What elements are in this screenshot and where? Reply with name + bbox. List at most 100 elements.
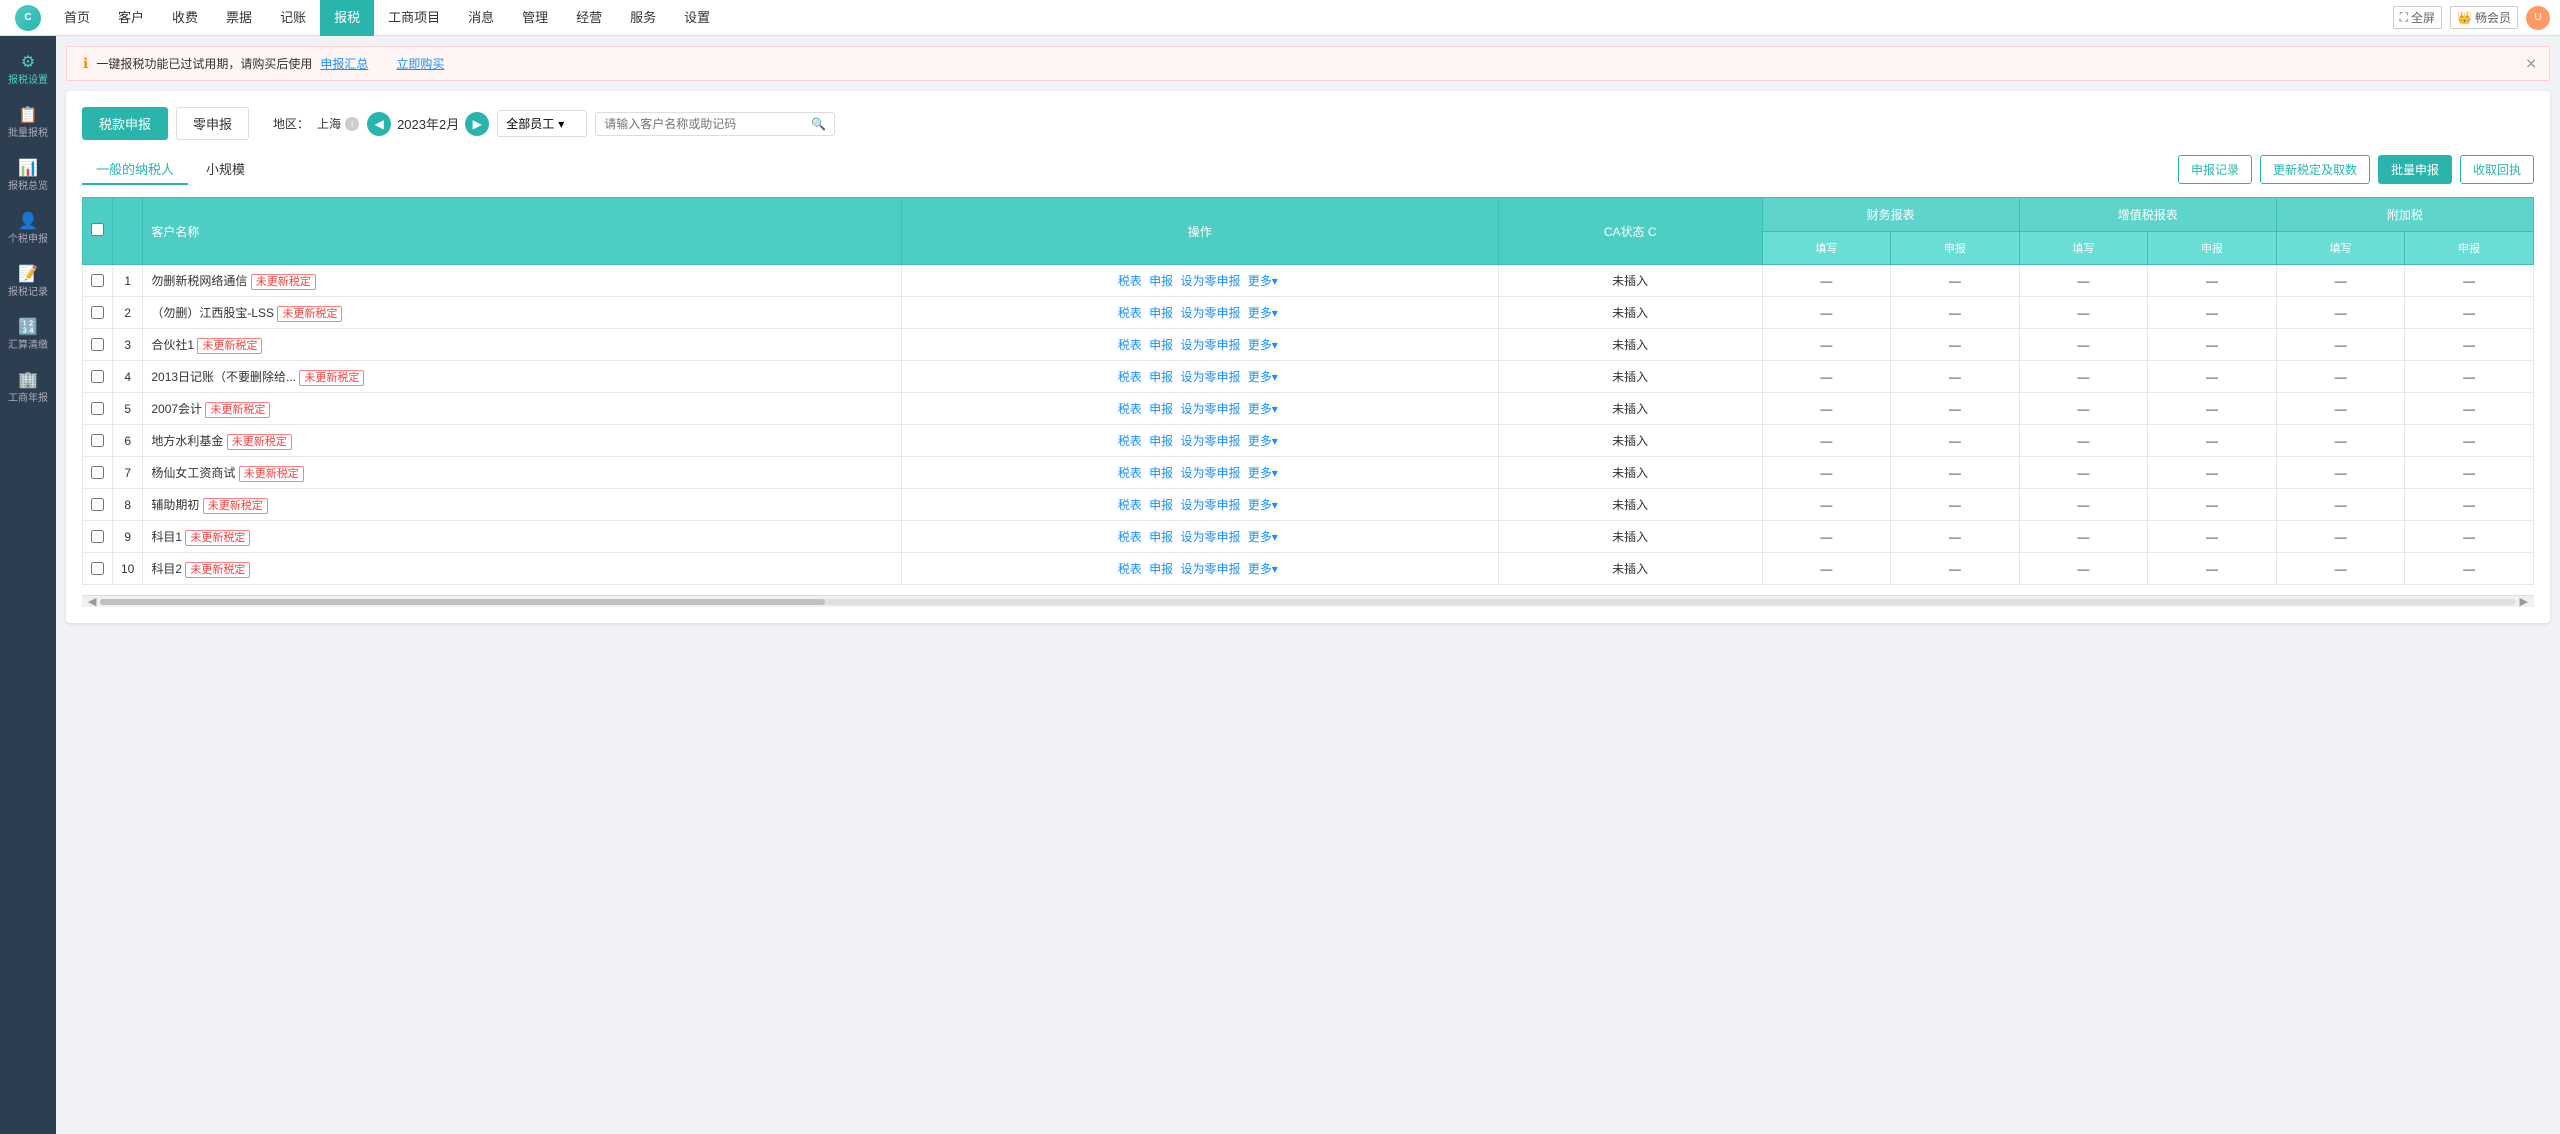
row-index-5: 5	[113, 393, 143, 425]
update-button[interactable]: 更新税定及取数	[2260, 155, 2370, 184]
banner-close-button[interactable]: ✕	[2525, 55, 2537, 72]
op-zero-9[interactable]: 设为零申报	[1180, 530, 1240, 544]
avatar[interactable]: U	[2526, 6, 2550, 30]
nav-tax[interactable]: 报税	[320, 0, 374, 36]
row-check-6[interactable]	[91, 434, 104, 447]
op-taxform-7[interactable]: 税表	[1118, 466, 1142, 480]
sidebar-item-biz-annual[interactable]: 🏢 工商年报	[3, 362, 53, 413]
op-zero-10[interactable]: 设为零申报	[1180, 562, 1240, 576]
row-check-7[interactable]	[91, 466, 104, 479]
th-checkbox	[83, 198, 113, 265]
nav-customer[interactable]: 客户	[104, 0, 158, 36]
row-check-8[interactable]	[91, 498, 104, 511]
op-taxform-4[interactable]: 税表	[1118, 370, 1142, 384]
op-more-2[interactable]: 更多▾	[1248, 306, 1278, 320]
nav-home[interactable]: 首页	[50, 0, 104, 36]
row-check-3[interactable]	[91, 338, 104, 351]
op-zero-5[interactable]: 设为零申报	[1180, 402, 1240, 416]
banner-link-summary[interactable]: 申报汇总	[320, 55, 368, 72]
op-taxform-8[interactable]: 税表	[1118, 498, 1142, 512]
op-zero-4[interactable]: 设为零申报	[1180, 370, 1240, 384]
nav-service[interactable]: 服务	[616, 0, 670, 36]
row-a2-2: —	[2405, 297, 2534, 329]
op-zero-2[interactable]: 设为零申报	[1180, 306, 1240, 320]
op-more-9[interactable]: 更多▾	[1248, 530, 1278, 544]
row-check-5[interactable]	[91, 402, 104, 415]
op-report-6[interactable]: 申报	[1149, 434, 1173, 448]
op-report-8[interactable]: 申报	[1149, 498, 1173, 512]
batch-report-button[interactable]: 批量申报	[2378, 155, 2452, 184]
op-zero-8[interactable]: 设为零申报	[1180, 498, 1240, 512]
op-report-2[interactable]: 申报	[1149, 306, 1173, 320]
op-taxform-3[interactable]: 税表	[1118, 338, 1142, 352]
row-check-2[interactable]	[91, 306, 104, 319]
scroll-track[interactable]	[100, 599, 2515, 605]
op-report-1[interactable]: 申报	[1149, 274, 1173, 288]
sidebar-item-tax-settings[interactable]: ⚙ 报税设置	[3, 44, 53, 95]
sidebar-item-batch-tax[interactable]: 📋 批量报税	[3, 97, 53, 148]
row-check-4[interactable]	[91, 370, 104, 383]
op-taxform-6[interactable]: 税表	[1118, 434, 1142, 448]
sidebar-item-tax-records[interactable]: 📝 报税记录	[3, 256, 53, 307]
op-taxform-10[interactable]: 税表	[1118, 562, 1142, 576]
op-taxform-9[interactable]: 税表	[1118, 530, 1142, 544]
row-f1-2: —	[1762, 297, 1891, 329]
region-info-icon[interactable]: i	[345, 117, 359, 131]
banner-link-buy[interactable]: 立即购买	[396, 55, 444, 72]
op-more-4[interactable]: 更多▾	[1248, 370, 1278, 384]
nav-biz-project[interactable]: 工商项目	[374, 0, 454, 36]
nav-invoice[interactable]: 票据	[212, 0, 266, 36]
scroll-left-arrow[interactable]: ◀	[84, 595, 100, 608]
nav-message[interactable]: 消息	[454, 0, 508, 36]
op-more-6[interactable]: 更多▾	[1248, 434, 1278, 448]
op-zero-3[interactable]: 设为零申报	[1180, 338, 1240, 352]
op-taxform-5[interactable]: 税表	[1118, 402, 1142, 416]
row-check-1[interactable]	[91, 274, 104, 287]
row-check-10[interactable]	[91, 562, 104, 575]
op-report-3[interactable]: 申报	[1149, 338, 1173, 352]
op-report-5[interactable]: 申报	[1149, 402, 1173, 416]
nav-billing[interactable]: 收费	[158, 0, 212, 36]
vip-button[interactable]: 👑 畅会员	[2450, 6, 2518, 29]
op-more-3[interactable]: 更多▾	[1248, 338, 1278, 352]
sidebar-item-tax-overview[interactable]: 📊 报税总览	[3, 150, 53, 201]
date-next-button[interactable]: ▶	[465, 112, 489, 136]
record-button[interactable]: 申报记录	[2178, 155, 2252, 184]
op-taxform-1[interactable]: 税表	[1118, 274, 1142, 288]
op-more-10[interactable]: 更多▾	[1248, 562, 1278, 576]
op-zero-6[interactable]: 设为零申报	[1180, 434, 1240, 448]
op-zero-1[interactable]: 设为零申报	[1180, 274, 1240, 288]
row-f2-4: —	[1891, 361, 2020, 393]
op-report-10[interactable]: 申报	[1149, 562, 1173, 576]
nav-manage[interactable]: 管理	[508, 0, 562, 36]
op-more-1[interactable]: 更多▾	[1248, 274, 1278, 288]
op-taxform-2[interactable]: 税表	[1118, 306, 1142, 320]
op-report-4[interactable]: 申报	[1149, 370, 1173, 384]
tab-tax-declaration[interactable]: 税款申报	[82, 107, 168, 140]
fullscreen-button[interactable]: ⛶ 全屏	[2393, 6, 2442, 29]
sidebar-item-personal-tax[interactable]: 👤 个税申报	[3, 203, 53, 254]
nav-accounting[interactable]: 记账	[266, 0, 320, 36]
op-more-7[interactable]: 更多▾	[1248, 466, 1278, 480]
dept-select[interactable]: 全部员工 ▾	[497, 110, 587, 137]
op-zero-7[interactable]: 设为零申报	[1180, 466, 1240, 480]
op-more-8[interactable]: 更多▾	[1248, 498, 1278, 512]
nav-settings[interactable]: 设置	[670, 0, 724, 36]
search-input[interactable]	[604, 117, 807, 131]
recall-button[interactable]: 收取回执	[2460, 155, 2534, 184]
op-report-7[interactable]: 申报	[1149, 466, 1173, 480]
op-more-5[interactable]: 更多▾	[1248, 402, 1278, 416]
select-all-checkbox[interactable]	[91, 223, 104, 236]
op-report-9[interactable]: 申报	[1149, 530, 1173, 544]
scroll-right-arrow[interactable]: ▶	[2516, 595, 2532, 608]
row-check-9[interactable]	[91, 530, 104, 543]
nav-operations[interactable]: 经营	[562, 0, 616, 36]
search-icon[interactable]: 🔍	[811, 117, 826, 131]
tab-zero-declaration[interactable]: 零申报	[176, 107, 249, 140]
sub-tab-general[interactable]: 一般的纳税人	[82, 154, 188, 185]
sub-tab-small[interactable]: 小规模	[192, 154, 259, 185]
row-name-5: 2007会计 未更新税定	[143, 393, 901, 425]
date-prev-button[interactable]: ◀	[367, 112, 391, 136]
sidebar-item-calc-clear[interactable]: 🔢 汇算清缴	[3, 309, 53, 360]
logo[interactable]: C	[10, 0, 46, 36]
